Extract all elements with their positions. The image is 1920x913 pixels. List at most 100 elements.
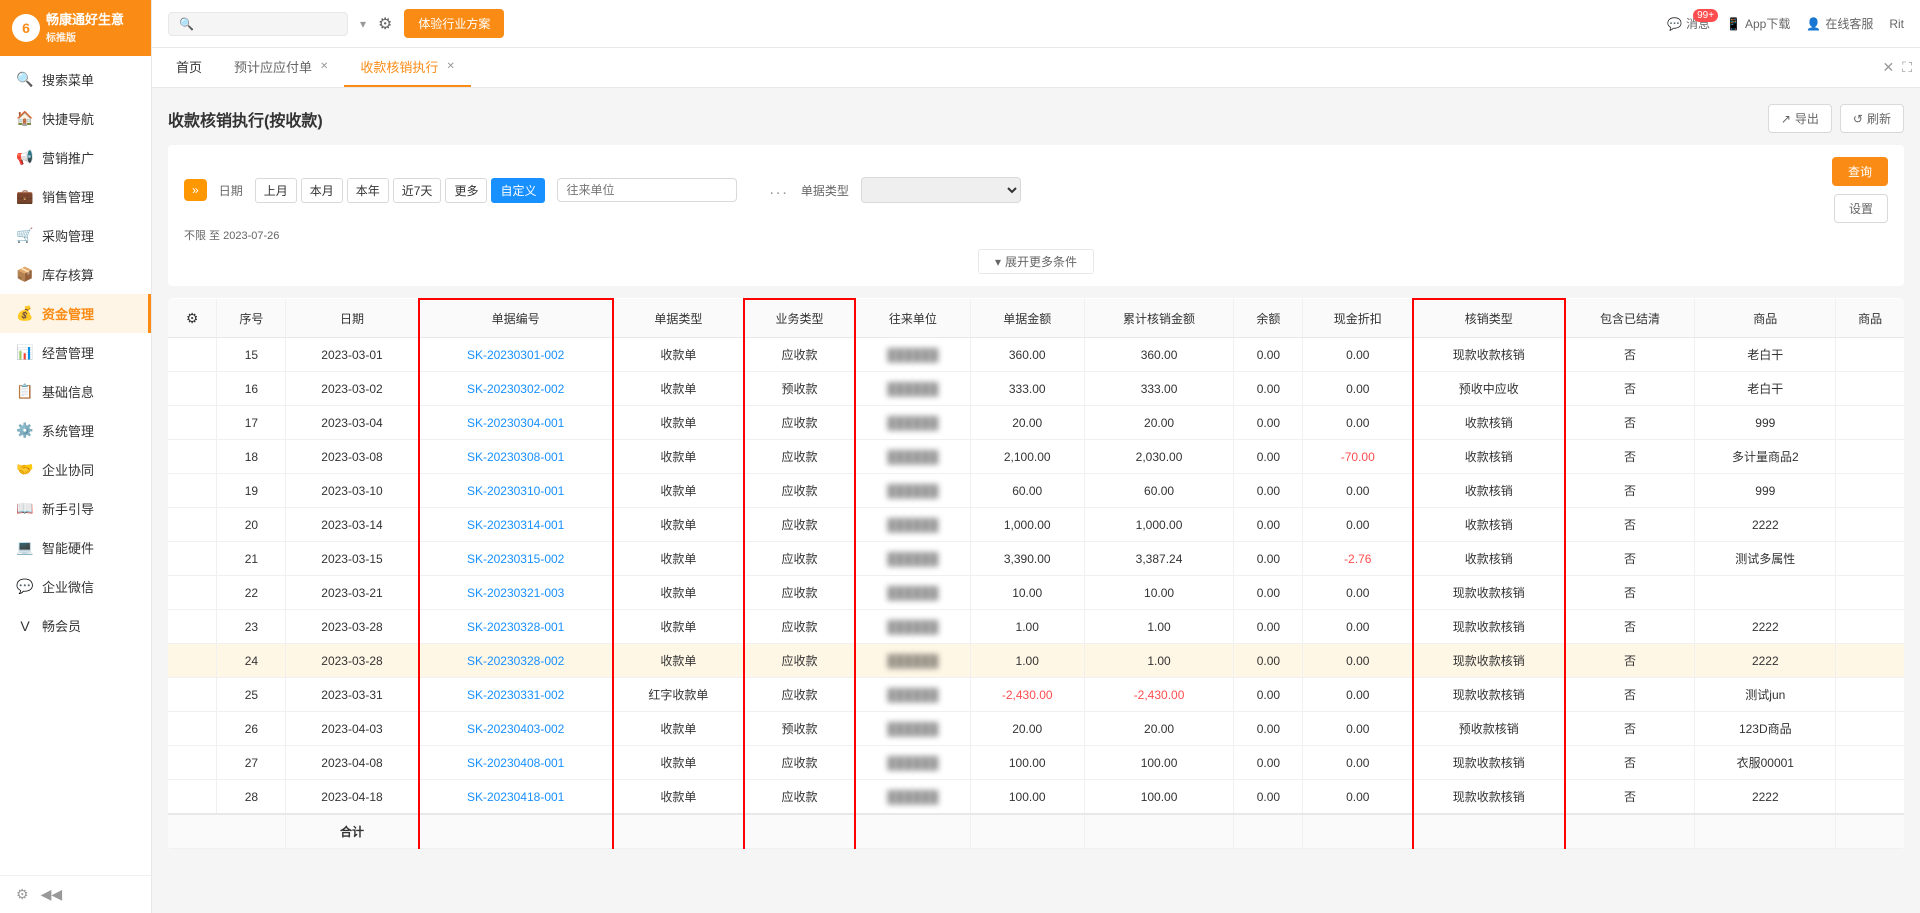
refresh-button[interactable]: ↺ 刷新 <box>1840 104 1904 133</box>
cell-doc-no[interactable]: SK-20230408-001 <box>419 746 613 780</box>
sidebar-item-basic[interactable]: 📋基础信息 <box>0 372 151 411</box>
cell-doc-no[interactable]: SK-20230301-002 <box>419 338 613 372</box>
cell-no: 17 <box>217 406 286 440</box>
cell-check <box>168 508 217 542</box>
cell-doc-no[interactable]: SK-20230315-002 <box>419 542 613 576</box>
cell-include-settled: 否 <box>1565 780 1695 815</box>
tab-close-icon[interactable]: ✕ <box>320 61 328 72</box>
user-avatar[interactable]: Rit <box>1889 17 1904 31</box>
sidebar-item-inventory[interactable]: 📦库存核算 <box>0 255 151 294</box>
cell-write-off-type: 现款收款核销 <box>1413 678 1564 712</box>
cell-check <box>168 372 217 406</box>
date-btn-本年[interactable]: 本年 <box>347 178 389 203</box>
doc-link[interactable]: SK-20230328-002 <box>467 654 564 668</box>
topbar-search-box[interactable]: 🔍 <box>168 12 348 36</box>
cell-biz-type: 应收款 <box>744 780 855 815</box>
sidebar-item-system[interactable]: ⚙️系统管理 <box>0 411 151 450</box>
cell-date: 2023-04-03 <box>286 712 419 746</box>
cell-doc-no[interactable]: SK-20230321-003 <box>419 576 613 610</box>
expand-button[interactable]: ▾ 展开更多条件 <box>978 249 1094 274</box>
sidebar-item-search[interactable]: 🔍搜索菜单 <box>0 60 151 99</box>
tab-home[interactable]: 首页 <box>160 48 218 87</box>
doc-link[interactable]: SK-20230418-001 <box>467 790 564 804</box>
doc-link[interactable]: SK-20230310-001 <box>467 484 564 498</box>
doc-link[interactable]: SK-20230328-001 <box>467 620 564 634</box>
cell-doc-no[interactable]: SK-20230304-001 <box>419 406 613 440</box>
sidebar-item-marketing[interactable]: 📢营销推广 <box>0 138 151 177</box>
cell-check <box>168 338 217 372</box>
cell-goods2 <box>1836 644 1904 678</box>
online-service-button[interactable]: 👤 在线客服 <box>1806 15 1873 32</box>
app-download-button[interactable]: 📱 App下载 <box>1726 15 1790 32</box>
table-header-row: ⚙ 序号 日期 单据编号 单据类型 业务类型 往来单位 单据金额 累计核销金额 … <box>168 299 1904 338</box>
cell-write-off-type: 收款核销 <box>1413 474 1564 508</box>
tab-close-icon[interactable]: ✕ <box>446 61 454 72</box>
tab-receipts[interactable]: 收款核销执行✕ <box>344 48 470 87</box>
cell-goods2 <box>1836 440 1904 474</box>
cell-doc-no[interactable]: SK-20230328-002 <box>419 644 613 678</box>
sidebar-item-hardware[interactable]: 💻智能硬件 <box>0 528 151 567</box>
sidebar-item-wechat[interactable]: 💬企业微信 <box>0 567 151 606</box>
tab-payables[interactable]: 预计应应付单 ✕ <box>218 48 344 87</box>
th-settings[interactable]: ⚙ <box>168 299 217 338</box>
cell-check <box>168 440 217 474</box>
date-btn-本月[interactable]: 本月 <box>301 178 343 203</box>
settings-icon[interactable]: ⚙ <box>16 886 29 903</box>
cell-doc-no[interactable]: SK-20230308-001 <box>419 440 613 474</box>
close-all-icon[interactable]: ✕ <box>1882 59 1894 76</box>
doc-link[interactable]: SK-20230308-001 <box>467 450 564 464</box>
sidebar-item-operation[interactable]: 📊经营管理 <box>0 333 151 372</box>
sidebar-item-purchase[interactable]: 🛒采购管理 <box>0 216 151 255</box>
date-btn-上月[interactable]: 上月 <box>255 178 297 203</box>
collapse-icon[interactable]: ◀◀ <box>41 886 63 903</box>
doc-link[interactable]: SK-20230304-001 <box>467 416 564 430</box>
sidebar-item-sales[interactable]: 💼销售管理 <box>0 177 151 216</box>
doc-type-select[interactable] <box>861 177 1021 203</box>
cell-written-off: 1.00 <box>1084 644 1234 678</box>
filter-toggle-button[interactable]: » <box>184 179 207 201</box>
doc-link[interactable]: SK-20230301-002 <box>467 348 564 362</box>
sidebar-item-guide[interactable]: 📖新手引导 <box>0 489 151 528</box>
cell-doc-no[interactable]: SK-20230310-001 <box>419 474 613 508</box>
cell-doc-no[interactable]: SK-20230328-001 <box>419 610 613 644</box>
date-btn-custom[interactable]: 自定义 <box>491 178 545 203</box>
cell-include-settled: 否 <box>1565 542 1695 576</box>
cell-partner: ██████ <box>855 576 970 610</box>
topbar-dropdown-icon[interactable]: ▾ <box>360 17 366 31</box>
sidebar-item-member[interactable]: V畅会员 <box>0 606 151 645</box>
cell-amount: 10.00 <box>970 576 1084 610</box>
inventory-icon: 📦 <box>16 266 34 283</box>
sidebar-item-corp[interactable]: 🤝企业协同 <box>0 450 151 489</box>
doc-link[interactable]: SK-20230408-001 <box>467 756 564 770</box>
cell-doc-no[interactable]: SK-20230314-001 <box>419 508 613 542</box>
messages-button[interactable]: 💬 消息 99+ <box>1667 15 1710 32</box>
topbar-gear-icon[interactable]: ⚙ <box>378 14 392 34</box>
partner-input[interactable] <box>557 178 737 202</box>
query-button[interactable]: 查询 <box>1832 157 1888 186</box>
settings-button[interactable]: 设置 <box>1834 194 1888 223</box>
cell-goods <box>1695 576 1836 610</box>
sidebar-item-nav[interactable]: 🏠快捷导航 <box>0 99 151 138</box>
sidebar-item-finance[interactable]: 💰资金管理 <box>0 294 151 333</box>
cell-write-off-type: 收款核销 <box>1413 440 1564 474</box>
maximize-icon[interactable]: ⛶ <box>1902 59 1912 76</box>
doc-link[interactable]: SK-20230403-002 <box>467 722 564 736</box>
doc-link[interactable]: SK-20230314-001 <box>467 518 564 532</box>
doc-link[interactable]: SK-20230315-002 <box>467 552 564 566</box>
export-button[interactable]: ↗ 导出 <box>1768 104 1832 133</box>
cell-doc-no[interactable]: SK-20230331-002 <box>419 678 613 712</box>
th-goods: 商品 <box>1695 299 1836 338</box>
cell-doc-no[interactable]: SK-20230418-001 <box>419 780 613 815</box>
doc-link[interactable]: SK-20230321-003 <box>467 586 564 600</box>
doc-link[interactable]: SK-20230331-002 <box>467 688 564 702</box>
tab-label: 预计应应付单 <box>234 57 312 76</box>
search-icon: 🔍 <box>16 71 34 88</box>
cell-doc-no[interactable]: SK-20230403-002 <box>419 712 613 746</box>
date-btn-近7天[interactable]: 近7天 <box>393 178 442 203</box>
cell-doc-no[interactable]: SK-20230302-002 <box>419 372 613 406</box>
solution-button[interactable]: 体验行业方案 <box>404 9 504 38</box>
doc-link[interactable]: SK-20230302-002 <box>467 382 564 396</box>
cell-check <box>168 610 217 644</box>
date-btn-更多[interactable]: 更多 <box>445 178 487 203</box>
topbar-right: 💬 消息 99+ 📱 App下载 👤 在线客服 Rit <box>1667 15 1904 32</box>
